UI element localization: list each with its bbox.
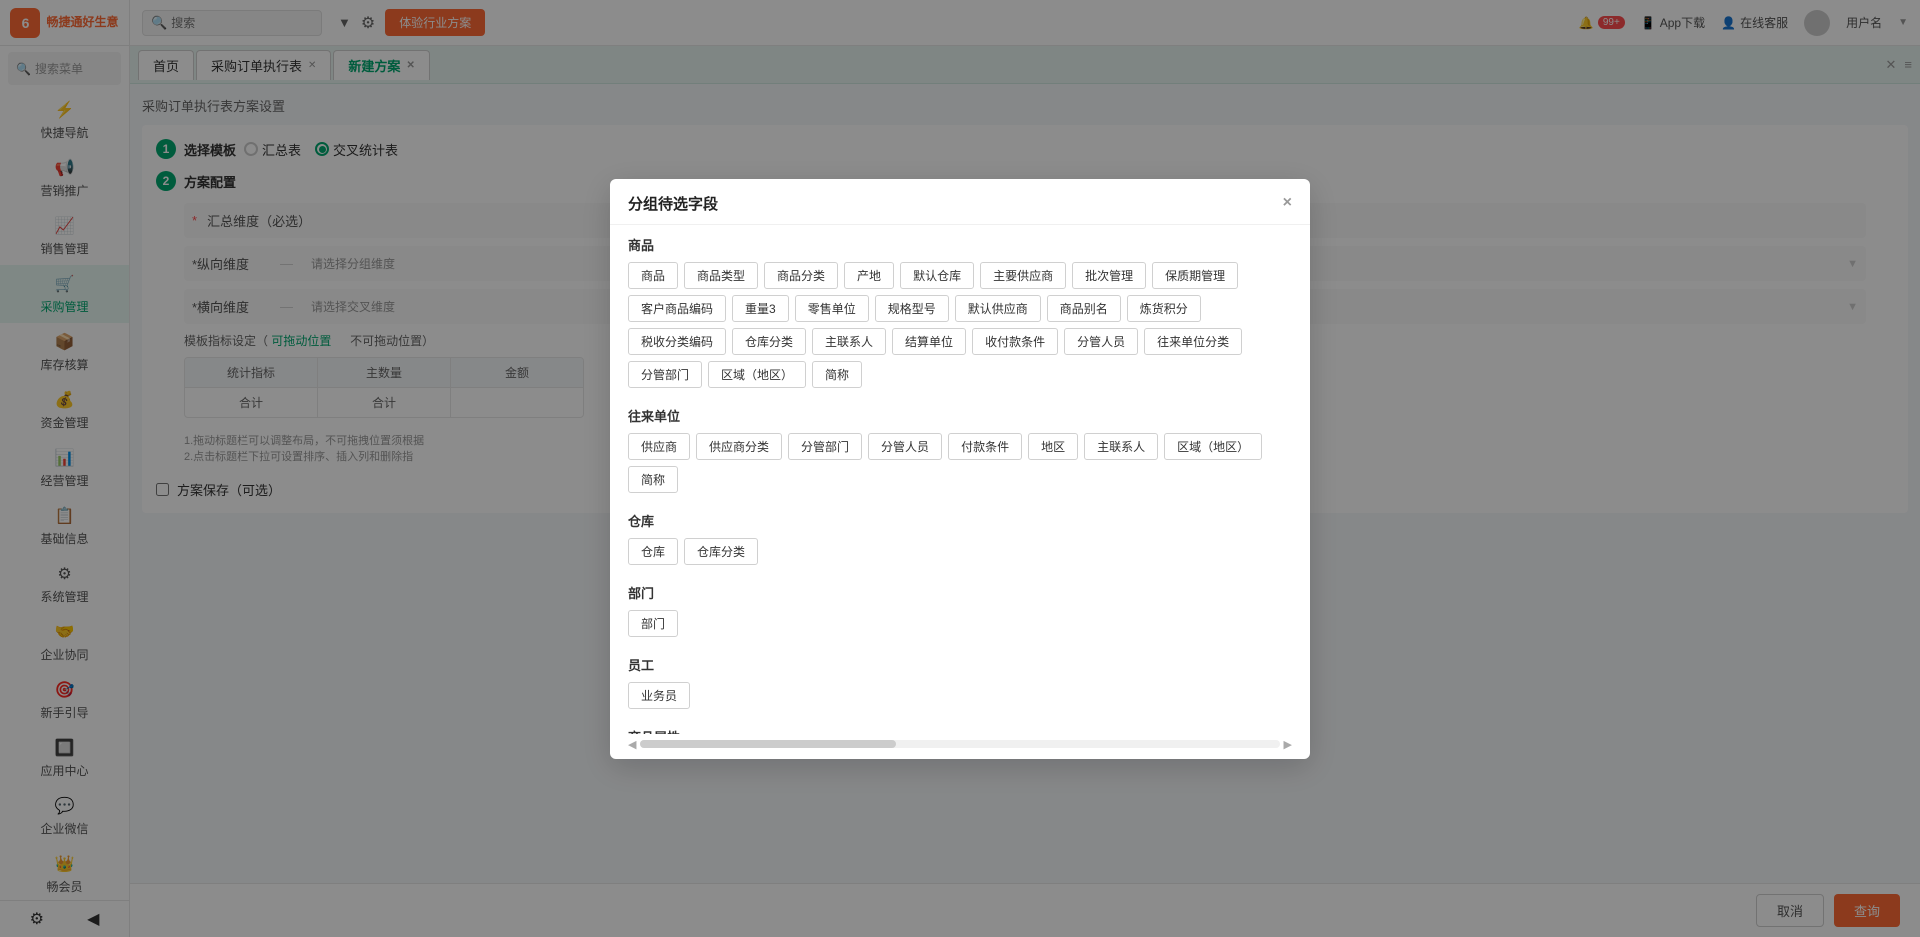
field-tag-partner-contact[interactable]: 主联系人: [1084, 433, 1158, 460]
field-tag-shelf-life[interactable]: 保质期管理: [1152, 262, 1238, 289]
field-tag-default-supplier[interactable]: 默认供应商: [955, 295, 1041, 322]
field-tag-points[interactable]: 炼货积分: [1127, 295, 1201, 322]
category-goods-attr: 商品属性 属性 颜色 多规格 尺码 鞋码 1: [628, 727, 1292, 734]
category-dept-title: 部门: [628, 583, 1292, 602]
field-tag-main-supplier[interactable]: 主要供应商: [980, 262, 1066, 289]
field-tag-area[interactable]: 地区: [1028, 433, 1078, 460]
modal-body: 商品 商品 商品类型 商品分类 产地 默认仓库 主要供应商 批次管理 保质期管理…: [610, 225, 1310, 734]
modal-hscroll[interactable]: ◀ ▶: [610, 734, 1310, 759]
field-tag-origin[interactable]: 产地: [844, 262, 894, 289]
field-tag-supplier-category[interactable]: 供应商分类: [696, 433, 782, 460]
field-tag-goods[interactable]: 商品: [628, 262, 678, 289]
field-tag-dept[interactable]: 分管部门: [628, 361, 702, 388]
field-tag-partner-dept[interactable]: 分管部门: [788, 433, 862, 460]
category-dept-tags: 部门: [628, 610, 1292, 637]
category-employee-tags: 业务员: [628, 682, 1292, 709]
field-tag-partner-person[interactable]: 分管人员: [868, 433, 942, 460]
modal-title: 分组待选字段: [628, 193, 718, 214]
modal-header: 分组待选字段 ×: [610, 179, 1310, 225]
field-tag-unit-category[interactable]: 往来单位分类: [1144, 328, 1242, 355]
field-tag-manager[interactable]: 分管人员: [1064, 328, 1138, 355]
field-tag-payment-cond[interactable]: 付款条件: [948, 433, 1022, 460]
category-goods-title: 商品: [628, 235, 1292, 254]
field-tag-main-contact[interactable]: 主联系人: [812, 328, 886, 355]
hscroll-right-arrow[interactable]: ▶: [1284, 738, 1292, 751]
field-tag-batch-mgmt[interactable]: 批次管理: [1072, 262, 1146, 289]
hscroll-left-arrow[interactable]: ◀: [628, 738, 636, 751]
field-tag-wh-category[interactable]: 仓库分类: [684, 538, 758, 565]
field-tag-weight[interactable]: 重量3: [732, 295, 789, 322]
field-tag-customer-code[interactable]: 客户商品编码: [628, 295, 726, 322]
field-tag-region[interactable]: 区域（地区）: [708, 361, 806, 388]
category-partner: 往来单位 供应商 供应商分类 分管部门 分管人员 付款条件 地区 主联系人 区域…: [628, 406, 1292, 493]
category-warehouse-tags: 仓库 仓库分类: [628, 538, 1292, 565]
field-tag-department[interactable]: 部门: [628, 610, 678, 637]
category-warehouse-title: 仓库: [628, 511, 1292, 530]
category-goods: 商品 商品 商品类型 商品分类 产地 默认仓库 主要供应商 批次管理 保质期管理…: [628, 235, 1292, 388]
field-tag-alias[interactable]: 商品别名: [1047, 295, 1121, 322]
category-dept: 部门 部门: [628, 583, 1292, 637]
field-select-modal: 分组待选字段 × 商品 商品 商品类型 商品分类 产地 默认仓库 主要供应商 批…: [610, 179, 1310, 759]
field-tag-goods-type[interactable]: 商品类型: [684, 262, 758, 289]
category-goods-tags: 商品 商品类型 商品分类 产地 默认仓库 主要供应商 批次管理 保质期管理 客户…: [628, 262, 1292, 388]
field-tag-spec[interactable]: 规格型号: [875, 295, 949, 322]
category-employee-title: 员工: [628, 655, 1292, 674]
field-tag-goods-category[interactable]: 商品分类: [764, 262, 838, 289]
modal-close-button[interactable]: ×: [1283, 195, 1292, 211]
field-tag-supplier[interactable]: 供应商: [628, 433, 690, 460]
field-tag-partner-region[interactable]: 区域（地区）: [1164, 433, 1262, 460]
category-partner-tags: 供应商 供应商分类 分管部门 分管人员 付款条件 地区 主联系人 区域（地区） …: [628, 433, 1292, 493]
category-partner-title: 往来单位: [628, 406, 1292, 425]
field-tag-partner-short[interactable]: 简称: [628, 466, 678, 493]
field-tag-tax-code[interactable]: 税收分类编码: [628, 328, 726, 355]
field-tag-warehouse[interactable]: 仓库: [628, 538, 678, 565]
field-tag-salesperson[interactable]: 业务员: [628, 682, 690, 709]
field-tag-warehouse-category[interactable]: 仓库分类: [732, 328, 806, 355]
field-tag-default-warehouse[interactable]: 默认仓库: [900, 262, 974, 289]
hscroll-thumb: [640, 740, 896, 748]
category-goods-attr-title: 商品属性: [628, 727, 1292, 734]
category-warehouse: 仓库 仓库 仓库分类: [628, 511, 1292, 565]
hscroll-track[interactable]: [640, 740, 1279, 748]
category-employee: 员工 业务员: [628, 655, 1292, 709]
field-tag-settle-unit[interactable]: 结算单位: [892, 328, 966, 355]
field-tag-short-name[interactable]: 简称: [812, 361, 862, 388]
field-tag-payment-terms[interactable]: 收付款条件: [972, 328, 1058, 355]
field-tag-retail-unit[interactable]: 零售单位: [795, 295, 869, 322]
